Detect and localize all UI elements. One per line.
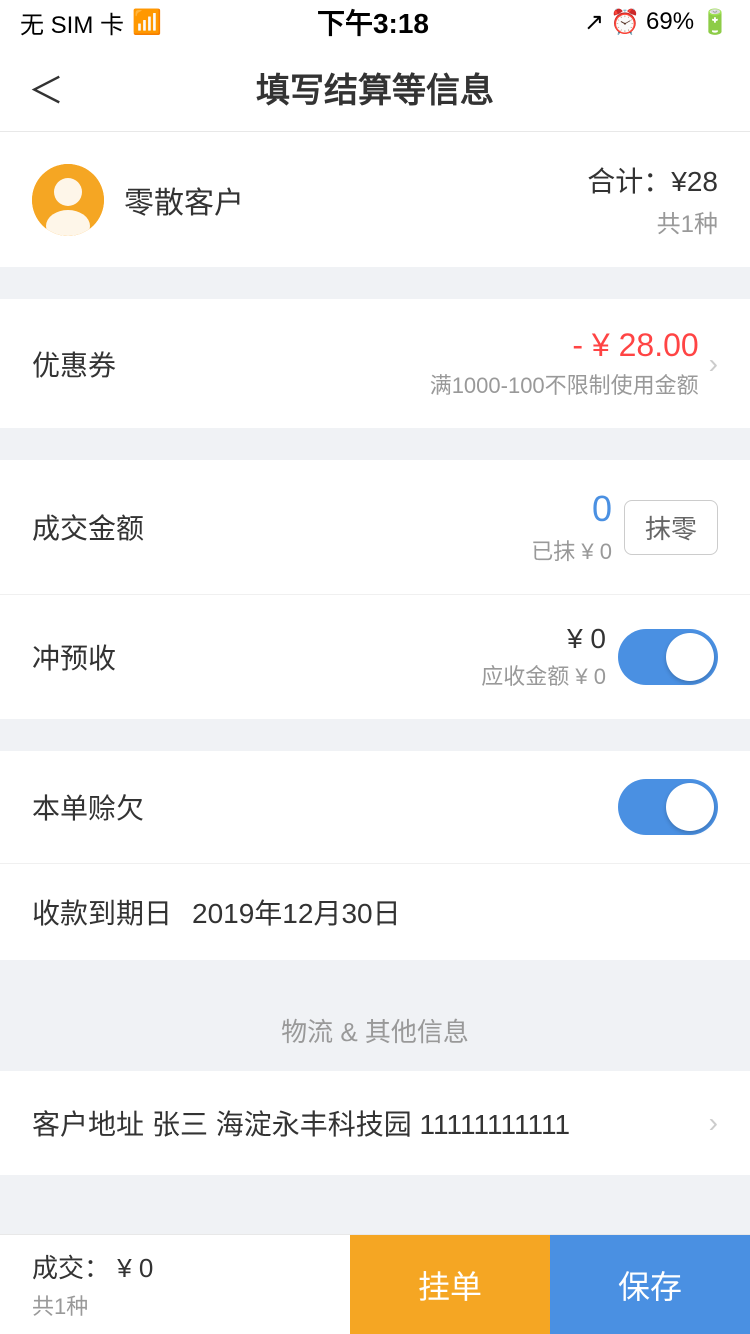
coupon-discount: - ¥ 28.00 (430, 327, 699, 364)
bottom-info: 成交： ¥ 0 共1种 (0, 1235, 350, 1334)
customer-totals: 合计：¥28 共1种 (587, 160, 718, 239)
prepayment-row: 冲预收 ¥ 0 应收金额 ¥ 0 (0, 595, 750, 719)
customer-row[interactable]: 零散客户 合计：¥28 共1种 (0, 132, 750, 267)
transaction-sub: 已抹 ¥ 0 (531, 534, 612, 566)
prepayment-amount: ¥ 0 (481, 623, 606, 655)
customer-name: 零散客户 (124, 178, 244, 222)
address-chevron-icon: › (709, 1107, 718, 1139)
transaction-label: 成交金额 (32, 507, 144, 547)
coupon-row[interactable]: 优惠券 - ¥ 28.00 满1000-100不限制使用金额 › (0, 299, 750, 428)
bottom-transaction-value: ¥ 0 (117, 1253, 153, 1283)
coupon-values: - ¥ 28.00 满1000-100不限制使用金额 (430, 327, 699, 400)
bottom-transaction-label: 成交： (32, 1253, 110, 1283)
back-button[interactable]: ＜ (28, 62, 64, 114)
due-date-label: 收款到期日 (32, 892, 172, 932)
divider-2 (0, 444, 750, 460)
hang-button[interactable]: 挂单 (350, 1235, 550, 1334)
customer-avatar (32, 164, 104, 236)
credit-right (618, 779, 718, 835)
total-amount: 合计：¥28 (587, 160, 718, 200)
address-value: 张三 海淀永丰科技园 11111111111 (152, 1103, 709, 1143)
avatar-icon (32, 164, 104, 236)
bottom-transaction: 成交： ¥ 0 (32, 1248, 350, 1285)
credit-toggle-knob (666, 783, 714, 831)
location-icon: ↗ (584, 8, 604, 37)
battery-percent: 69% (646, 8, 694, 36)
prepayment-label: 冲预收 (32, 637, 116, 677)
status-bar: 无 SIM 卡 📶 下午3:18 ↗ ⏰ 69% 🔋 (0, 0, 750, 44)
nav-bar: ＜ 填写结算等信息 (0, 44, 750, 132)
coupon-label: 优惠券 (32, 344, 116, 384)
coupon-section: 优惠券 - ¥ 28.00 满1000-100不限制使用金额 › (0, 299, 750, 428)
logistics-divider-text: 物流 & 其他信息 (281, 1017, 469, 1047)
address-row[interactable]: 客户地址 张三 海淀永丰科技园 11111111111 › (0, 1071, 750, 1175)
divider-3 (0, 735, 750, 751)
credit-toggle[interactable] (618, 779, 718, 835)
coupon-subtitle: 满1000-100不限制使用金额 (430, 368, 699, 400)
total-count: 共1种 (587, 204, 718, 239)
page-title: 填写结算等信息 (256, 63, 494, 112)
transaction-row: 成交金额 已抹 ¥ 0 抹零 (0, 460, 750, 595)
alarm-icon: ⏰ (610, 8, 640, 37)
battery-icon: 🔋 (700, 8, 730, 37)
toggle-knob (666, 633, 714, 681)
customer-left: 零散客户 (32, 164, 244, 236)
prepayment-toggle[interactable] (618, 629, 718, 685)
address-label: 客户地址 (32, 1103, 152, 1143)
transaction-input[interactable] (532, 488, 612, 530)
status-time: 下午3:18 (317, 2, 429, 42)
credit-section: 本单赊欠 收款到期日 2019年12月30日 (0, 751, 750, 960)
prepayment-right: ¥ 0 应收金额 ¥ 0 (481, 623, 718, 691)
save-button[interactable]: 保存 (550, 1235, 750, 1334)
status-right: ↗ ⏰ 69% 🔋 (584, 8, 730, 37)
divider-4 (0, 976, 750, 992)
logistics-divider: 物流 & 其他信息 (0, 992, 750, 1069)
bottom-count: 共1种 (32, 1289, 350, 1321)
credit-row: 本单赊欠 (0, 751, 750, 864)
prepayment-values: ¥ 0 应收金额 ¥ 0 (481, 623, 606, 691)
coupon-chevron-icon: › (709, 348, 718, 380)
divider-1 (0, 283, 750, 299)
customer-section: 零散客户 合计：¥28 共1种 (0, 132, 750, 267)
transaction-values: 已抹 ¥ 0 (531, 488, 612, 566)
transaction-section: 成交金额 已抹 ¥ 0 抹零 冲预收 ¥ 0 应收金额 ¥ 0 (0, 460, 750, 719)
sim-status: 无 SIM 卡 (20, 5, 124, 40)
transaction-right: 已抹 ¥ 0 抹零 (531, 488, 718, 566)
bottom-bar: 成交： ¥ 0 共1种 挂单 保存 (0, 1234, 750, 1334)
status-left: 无 SIM 卡 📶 (20, 5, 162, 40)
due-date-value: 2019年12月30日 (192, 892, 401, 932)
address-section: 客户地址 张三 海淀永丰科技园 11111111111 › (0, 1071, 750, 1175)
round-button[interactable]: 抹零 (624, 500, 718, 555)
credit-label: 本单赊欠 (32, 787, 144, 827)
due-date-row[interactable]: 收款到期日 2019年12月30日 (0, 864, 750, 960)
wifi-icon: 📶 (132, 8, 162, 37)
prepayment-sub: 应收金额 ¥ 0 (481, 659, 606, 691)
